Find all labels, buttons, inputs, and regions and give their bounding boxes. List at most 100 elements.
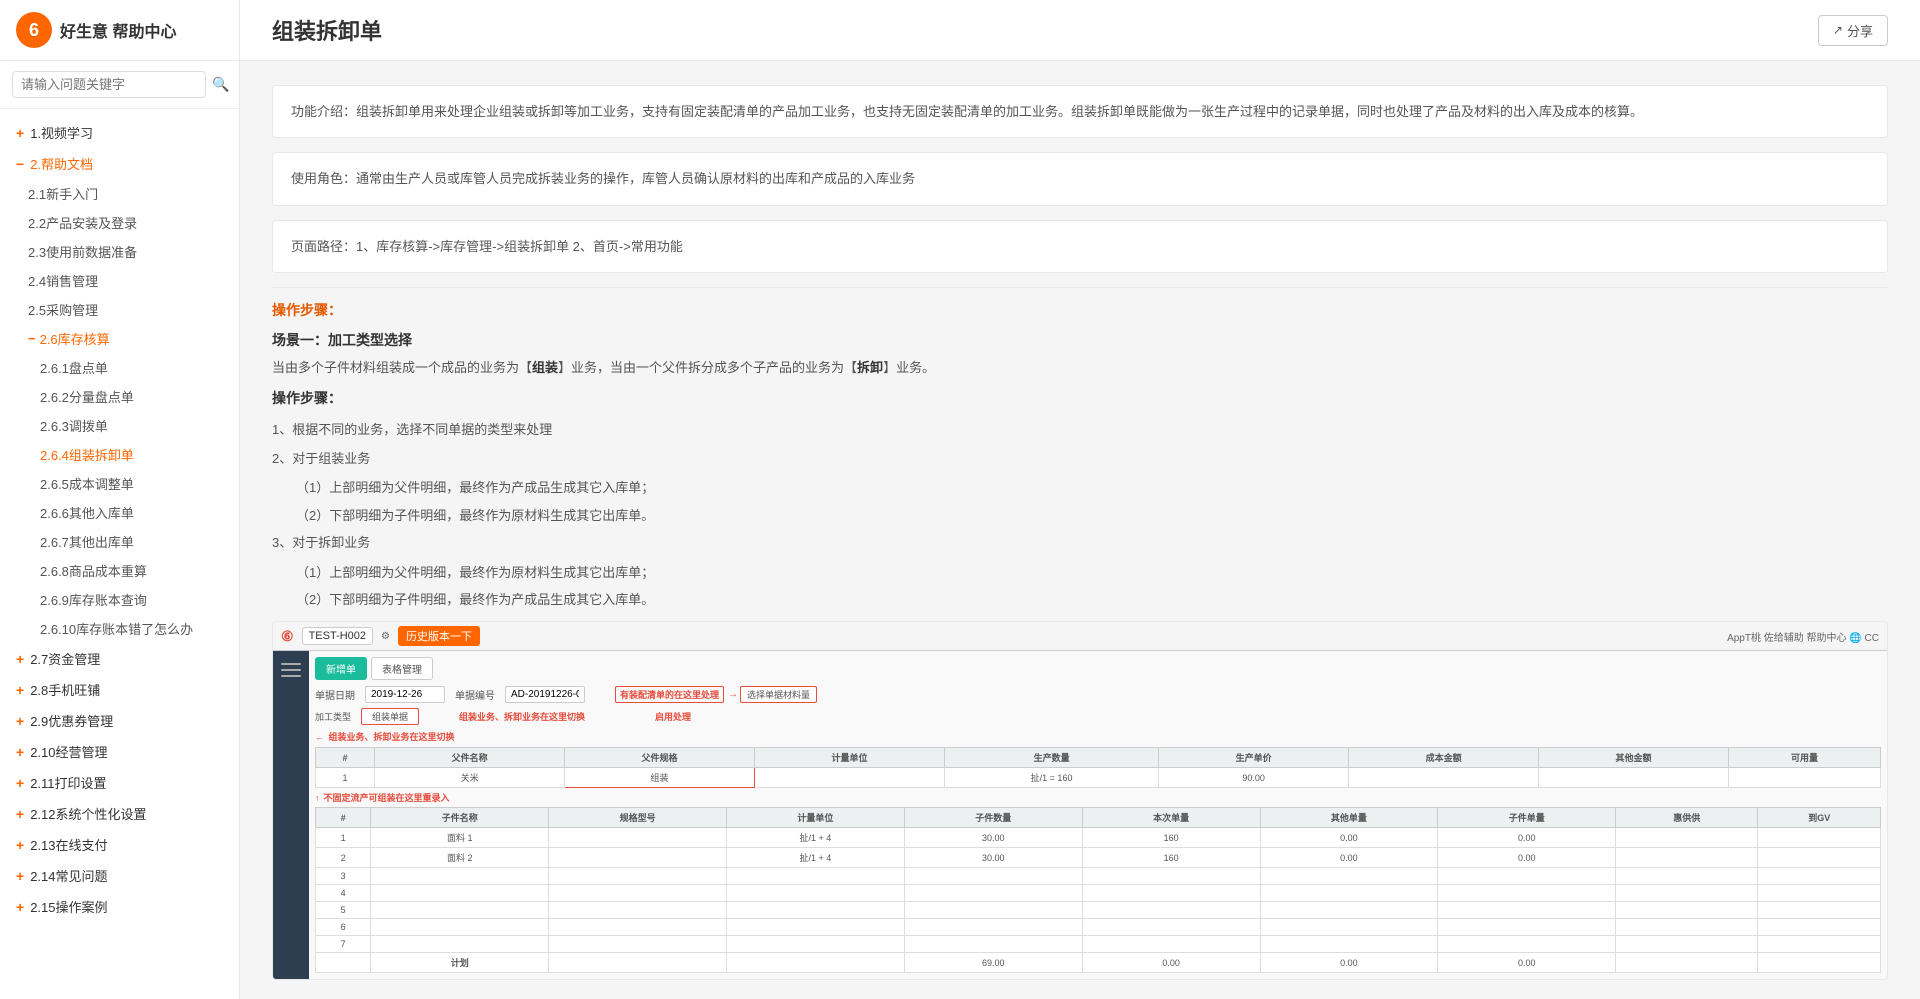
- ss-child-row-4: 4: [316, 885, 1881, 902]
- sidebar-item-s2_6_4[interactable]: 2.6.4组装拆卸单: [0, 440, 239, 469]
- sidebar-item-s2_2[interactable]: 2.2产品安装及登录: [0, 208, 239, 237]
- ss-menu-line2: [281, 669, 301, 671]
- logo-icon: 6: [16, 12, 52, 48]
- step-3-sub-1: （1）上部明细为父件明细，最终作为原材料生成其它出库单；: [272, 561, 1888, 584]
- sidebar: 6 好生意 帮助中心 🔍 + 1.视频学习 − 2.帮助文档 2.1新手入门 2…: [0, 0, 240, 999]
- search-input[interactable]: [12, 71, 206, 98]
- label-s2_9: 2.9优惠券管理: [30, 711, 113, 730]
- sidebar-item-s2_6_3[interactable]: 2.6.3调拨单: [0, 411, 239, 440]
- sidebar-item-s2_6_8[interactable]: 2.6.8商品成本重算: [0, 556, 239, 585]
- label-s2_15: 2.15操作案例: [30, 897, 107, 916]
- ss-th2-unit: 计量单位: [727, 808, 905, 828]
- ss-type-row: 加工类型 组装单据 组装业务、拆卸业务在这里切换 启用处理: [315, 708, 1881, 725]
- annot-1-btn: 选择单据材料量: [740, 686, 817, 703]
- sidebar-item-s2_13[interactable]: + 2.13在线支付: [0, 829, 239, 860]
- share-icon: ↗: [1833, 23, 1843, 37]
- ss-form-no-input[interactable]: [505, 686, 585, 703]
- sidebar-item-s2_3[interactable]: 2.3使用前数据准备: [0, 237, 239, 266]
- page-title: 组装拆卸单: [272, 14, 382, 46]
- sidebar-item-s2_6_5[interactable]: 2.6.5成本调整单: [0, 469, 239, 498]
- sidebar-header: 6 好生意 帮助中心: [0, 0, 239, 61]
- main-area: 组装拆卸单 ↗ 分享 功能介绍：组装拆卸单用来处理企业组装或拆卸等加工业务，支持…: [240, 0, 1920, 999]
- expand-icon-s2: −: [16, 156, 24, 172]
- intro-box-2: 使用角色：通常由生产人员或库管人员完成拆装业务的操作，库管人员确认原材料的出库和…: [272, 152, 1888, 205]
- search-icon[interactable]: 🔍: [212, 76, 229, 93]
- ss-th-price: 生产单价: [1159, 748, 1349, 768]
- screenshot-inner: ⑥ TEST-H002 ⚙ 历史版本一下 AppT桃 佐给辅助 帮助中心 🌐 C…: [273, 622, 1887, 979]
- label-s2_5: 2.5采购管理: [28, 303, 98, 318]
- step-3: 3、对于拆卸业务: [272, 531, 1888, 554]
- ss-th2-qty: 子件数量: [904, 808, 1082, 828]
- expand-icon-s2_11: +: [16, 775, 24, 791]
- ss-form-date-input[interactable]: [365, 686, 445, 703]
- ss-th2-other: 其他单量: [1260, 808, 1438, 828]
- sidebar-item-s2_12[interactable]: + 2.12系统个性化设置: [0, 798, 239, 829]
- main-header: 组装拆卸单 ↗ 分享: [240, 0, 1920, 61]
- sidebar-item-s2_7[interactable]: + 2.7资金管理: [0, 643, 239, 674]
- label-s2_7: 2.7资金管理: [30, 649, 100, 668]
- step-3-sub-2: （2）下部明细为子件明细，最终作为产成品生成其它入库单。: [272, 588, 1888, 611]
- sidebar-item-s2_14[interactable]: + 2.14常见问题: [0, 860, 239, 891]
- sidebar-item-s2_6_1[interactable]: 2.6.1盘点单: [0, 353, 239, 382]
- steps-heading: 操作步骤：: [272, 388, 1888, 408]
- ops-heading: 操作步骤：: [272, 300, 1888, 320]
- ss-child-row-3: 3: [316, 868, 1881, 885]
- sidebar-item-s2_6[interactable]: − 2.6库存核算: [0, 324, 239, 353]
- intro-box-1: 功能介绍：组装拆卸单用来处理企业组装或拆卸等加工业务，支持有固定装配清单的产品加…: [272, 85, 1888, 138]
- sidebar-item-s2_9[interactable]: + 2.9优惠券管理: [0, 705, 239, 736]
- sidebar-item-s2_15[interactable]: + 2.15操作案例: [0, 891, 239, 922]
- ss-body: 新增单 表格管理 单据日期 单据编号 有装配清单的在这里处理: [273, 651, 1887, 979]
- sidebar-label-s1: 1.视频学习: [30, 123, 93, 142]
- sidebar-item-s2_6_10[interactable]: 2.6.10库存账本错了怎么办: [0, 614, 239, 643]
- ss-icon-settings: ⚙: [381, 631, 390, 642]
- annot-5-label: 不固定流产可组装在这里重录入: [324, 791, 450, 804]
- step-1: 1、根据不同的业务，选择不同单据的类型来处理: [272, 418, 1888, 441]
- sidebar-item-s2_6_2[interactable]: 2.6.2分量盘点单: [0, 382, 239, 411]
- ss-th2-sub: 子件单量: [1438, 808, 1616, 828]
- ss-sidebar-mini: [273, 651, 309, 979]
- expand-icon-s2_15: +: [16, 899, 24, 915]
- expand-icon-s2_6: −: [28, 331, 36, 346]
- ss-topbar-icons: AppT桃 佐给辅助 帮助中心 🌐 CC: [1727, 629, 1879, 644]
- sidebar-item-s1[interactable]: + 1.视频学习: [0, 117, 239, 148]
- sidebar-item-s2_5[interactable]: 2.5采购管理: [0, 295, 239, 324]
- expand-icon-s2_13: +: [16, 837, 24, 853]
- scenario-heading: 场景一：加工类型选择: [272, 330, 1888, 350]
- sidebar-item-s2_11[interactable]: + 2.11打印设置: [0, 767, 239, 798]
- screenshot-container: ⑥ TEST-H002 ⚙ 历史版本一下 AppT桃 佐给辅助 帮助中心 🌐 C…: [272, 621, 1888, 980]
- ss-topbar: ⑥ TEST-H002 ⚙ 历史版本一下 AppT桃 佐给辅助 帮助中心 🌐 C…: [273, 622, 1887, 651]
- sidebar-item-s2_6_6[interactable]: 2.6.6其他入库单: [0, 498, 239, 527]
- sidebar-item-s2[interactable]: − 2.帮助文档: [0, 148, 239, 179]
- ss-th2-gv: 到GV: [1758, 808, 1881, 828]
- ss-enable-annot: 启用处理: [655, 710, 691, 723]
- ss-table-row-1: 1 关米 组装 扯/1 = 160 90.00: [316, 768, 1881, 788]
- breadcrumb: 页面路径：1、库存核算->库存管理->组装拆卸单 2、首页->常用功能: [291, 239, 683, 254]
- ss-child-row-1: 1 面料 1 扯/1 + 4 30.00 160 0.00 0.00: [316, 828, 1881, 848]
- breadcrumb-box: 页面路径：1、库存核算->库存管理->组装拆卸单 2、首页->常用功能: [272, 220, 1888, 273]
- expand-icon-s2_8: +: [16, 682, 24, 698]
- sidebar-item-s2_4[interactable]: 2.4销售管理: [0, 266, 239, 295]
- ss-menu-line3: [281, 675, 301, 677]
- ss-logo: ⑥: [281, 628, 294, 645]
- sidebar-item-s2_8[interactable]: + 2.8手机旺铺: [0, 674, 239, 705]
- ss-main-content: 新增单 表格管理 单据日期 单据编号 有装配清单的在这里处理: [309, 651, 1887, 979]
- share-button[interactable]: ↗ 分享: [1818, 15, 1888, 46]
- annot-1-container: 有装配清单的在这里处理 → 选择单据材料量: [615, 686, 817, 703]
- ss-th2-spec: 规格型号: [549, 808, 727, 828]
- ss-company: TEST-H002: [302, 627, 373, 645]
- sidebar-item-s2_6_7[interactable]: 2.6.7其他出库单: [0, 527, 239, 556]
- ss-form-date-label: 单据日期: [315, 687, 355, 702]
- divider-1: [272, 287, 1888, 288]
- ss-type-label: 加工类型: [315, 710, 351, 723]
- sidebar-item-s2_1[interactable]: 2.1新手入门: [0, 179, 239, 208]
- content-area: 功能介绍：组装拆卸单用来处理企业组装或拆卸等加工业务，支持有固定装配清单的产品加…: [240, 61, 1920, 999]
- sidebar-item-s2_6_9[interactable]: 2.6.9库存账本查询: [0, 585, 239, 614]
- ss-th-parent-spec: 父件规格: [565, 748, 755, 768]
- ss-tab-manage: 表格管理: [371, 657, 433, 680]
- expand-icon-s2_14: +: [16, 868, 24, 884]
- scenario-desc: 当由多个子件材料组装成一个成品的业务为【组装】业务，当由一个父件拆分成多个子产品…: [272, 356, 1888, 379]
- label-s2_11: 2.11打印设置: [30, 773, 106, 792]
- label-s2_3: 2.3使用前数据准备: [28, 245, 137, 260]
- label-s2_1: 2.1新手入门: [28, 187, 98, 202]
- sidebar-item-s2_10[interactable]: + 2.10经营管理: [0, 736, 239, 767]
